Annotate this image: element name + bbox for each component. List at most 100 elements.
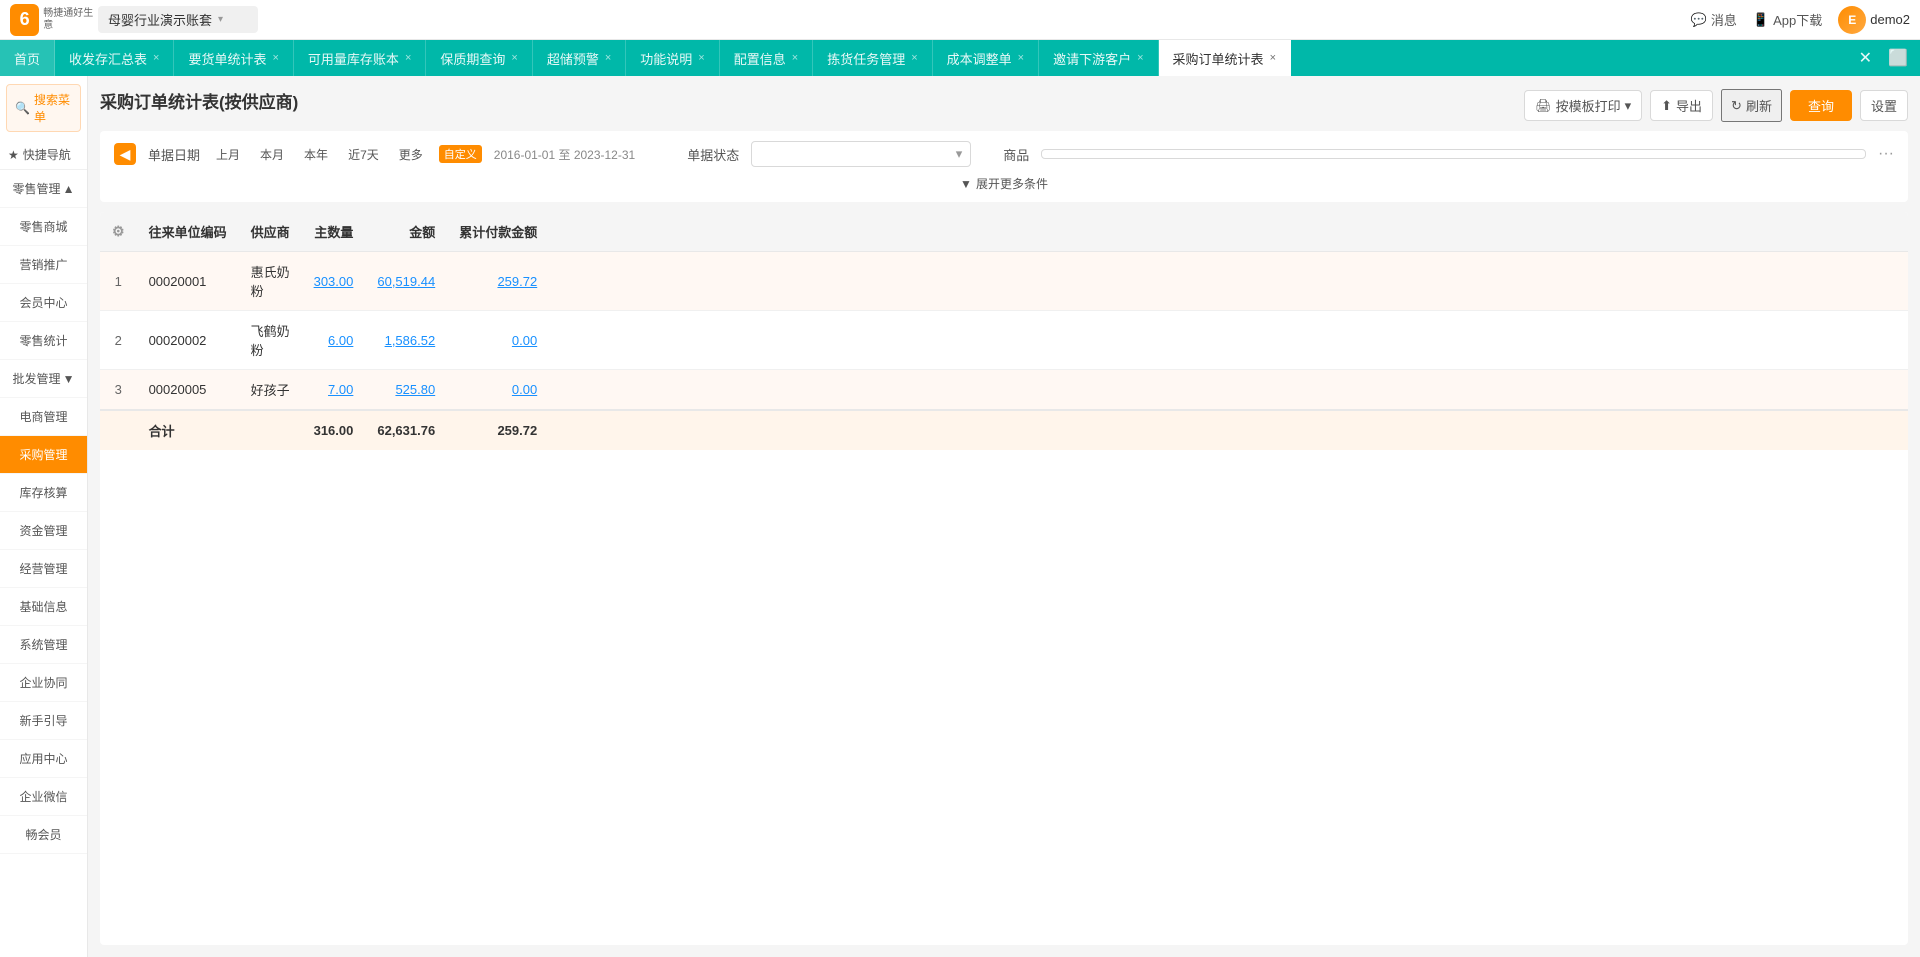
tab-home[interactable]: 首页 — [0, 40, 55, 76]
sidebar-item-guide[interactable]: 新手引导 — [0, 702, 87, 740]
tab-chaochu[interactable]: 超储预警 × — [533, 40, 626, 76]
sidebar-item-wholesale[interactable]: 批发管理 ▼ — [0, 360, 87, 398]
user-area[interactable]: E demo2 — [1838, 6, 1910, 34]
nav-tab-end: ✕ ⬜ — [1855, 44, 1920, 72]
tab-jianhuo[interactable]: 拣货任务管理 × — [813, 40, 932, 76]
date-shortcut-this-month[interactable]: 本月 — [256, 144, 288, 165]
sidebar-member2-label: 畅会员 — [25, 828, 61, 842]
date-shortcut-more[interactable]: 更多 — [395, 144, 427, 165]
col-extra — [549, 212, 1908, 252]
close-all-btn[interactable]: ✕ — [1855, 44, 1876, 72]
row-amount[interactable]: 525.80 — [365, 370, 447, 411]
download-icon: 📱 — [1753, 12, 1769, 28]
sidebar-item-retail-mall[interactable]: 零售商城 — [0, 208, 87, 246]
close-icon[interactable]: × — [698, 52, 704, 64]
chevron-down-icon: ▲ — [63, 182, 75, 196]
settings-btn[interactable]: 设置 — [1860, 90, 1908, 121]
expand-more-btn[interactable]: ▼ 展开更多条件 — [960, 175, 1048, 192]
date-shortcut-7days[interactable]: 近7天 — [344, 144, 383, 165]
export-btn[interactable]: ⬆ 导出 — [1650, 90, 1713, 121]
sidebar-item-inventory[interactable]: 库存核算 — [0, 474, 87, 512]
message-icon: 💬 — [1691, 12, 1707, 28]
filter-panel: ◀ 单据日期 上月 本月 本年 近7天 更多 自定义 2016-01-01 至 … — [100, 131, 1908, 202]
filter-dots[interactable]: ··· — [1878, 145, 1894, 163]
message-btn[interactable]: 💬 消息 — [1691, 10, 1737, 29]
close-icon[interactable]: × — [511, 52, 517, 64]
tab-chengben[interactable]: 成本调整单 × — [933, 40, 1039, 76]
col-quantity: 主数量 — [302, 212, 366, 252]
action-btns: 🖨 按模板打印 ▾ ⬆ 导出 ↻ 刷新 查询 设置 — [1524, 89, 1908, 122]
close-icon[interactable]: × — [605, 52, 611, 64]
col-code: 往来单位编码 — [137, 212, 239, 252]
query-btn[interactable]: 查询 — [1790, 90, 1852, 121]
sidebar-item-retail-stats[interactable]: 零售统计 — [0, 322, 87, 360]
tab-gongneng[interactable]: 功能说明 × — [626, 40, 719, 76]
avatar: E — [1838, 6, 1866, 34]
row-amount[interactable]: 60,519.44 — [365, 252, 447, 311]
row-paid[interactable]: 0.00 — [447, 311, 549, 370]
date-custom-badge[interactable]: 自定义 — [439, 145, 482, 163]
goods-filter-label: 商品 — [1003, 145, 1029, 164]
print-btn[interactable]: 🖨 按模板打印 ▾ — [1524, 90, 1642, 121]
sidebar-item-member[interactable]: 会员中心 — [0, 284, 87, 322]
query-label: 查询 — [1808, 99, 1834, 114]
sidebar-item-collab[interactable]: 企业协同 — [0, 664, 87, 702]
tab-baozhi[interactable]: 保质期查询 × — [426, 40, 532, 76]
row-quantity[interactable]: 6.00 — [302, 311, 366, 370]
close-icon[interactable]: × — [153, 52, 159, 64]
tab-yaoqing[interactable]: 邀请下游客户 × — [1039, 40, 1158, 76]
sidebar-item-operation[interactable]: 经营管理 — [0, 550, 87, 588]
goods-input[interactable] — [1041, 149, 1866, 159]
quick-nav-btn[interactable]: ★ 快捷导航 — [0, 140, 87, 170]
filter-toggle-btn[interactable]: ◀ — [114, 143, 136, 165]
close-icon[interactable]: × — [405, 52, 411, 64]
close-icon[interactable]: × — [272, 52, 278, 64]
row-amount[interactable]: 1,586.52 — [365, 311, 447, 370]
sidebar-item-wechat[interactable]: 企业微信 — [0, 778, 87, 816]
sidebar-system-label: 系统管理 — [19, 638, 67, 652]
close-icon[interactable]: × — [1018, 52, 1024, 64]
sidebar-item-purchase[interactable]: 采购管理 — [0, 436, 87, 474]
date-shortcut-this-year[interactable]: 本年 — [300, 144, 332, 165]
toggle-icon: ◀ — [120, 146, 131, 163]
sidebar-item-marketing[interactable]: 营销推广 — [0, 246, 87, 284]
tab-peizhi[interactable]: 配置信息 × — [720, 40, 813, 76]
tab-yaohuo[interactable]: 要货单统计表 × — [174, 40, 293, 76]
tab-keyongliang[interactable]: 可用量库存账本 × — [294, 40, 426, 76]
col-gear[interactable]: ⚙ — [100, 212, 137, 252]
table-row: 1 00020001 惠氏奶粉 303.00 60,519.44 259.72 — [100, 252, 1908, 311]
close-icon[interactable]: × — [911, 52, 917, 64]
refresh-btn[interactable]: ↻ 刷新 — [1721, 89, 1782, 122]
sidebar-wholesale-label: 批发管理 — [13, 370, 61, 387]
sidebar-item-basic[interactable]: 基础信息 — [0, 588, 87, 626]
sidebar-item-apps[interactable]: 应用中心 — [0, 740, 87, 778]
main-layout: 🔍 搜索菜单 ★ 快捷导航 零售管理 ▲ 零售商城 营销推广 会员中心 零售统计… — [0, 76, 1920, 957]
row-index: 1 — [100, 252, 137, 311]
search-icon: 🔍 — [15, 101, 30, 115]
row-quantity[interactable]: 303.00 — [302, 252, 366, 311]
sidebar-item-finance[interactable]: 资金管理 — [0, 512, 87, 550]
row-paid[interactable]: 259.72 — [447, 252, 549, 311]
sidebar-item-system[interactable]: 系统管理 — [0, 626, 87, 664]
status-select[interactable]: ▾ — [751, 141, 971, 167]
export-label: 导出 — [1676, 96, 1702, 115]
table-row: 3 00020005 好孩子 7.00 525.80 0.00 — [100, 370, 1908, 411]
table-row: 2 00020002 飞鹤奶粉 6.00 1,586.52 0.00 — [100, 311, 1908, 370]
maximize-btn[interactable]: ⬜ — [1884, 44, 1912, 72]
tab-shoufacun[interactable]: 收发存汇总表 × — [55, 40, 174, 76]
sidebar-item-member2[interactable]: 畅会员 — [0, 816, 87, 854]
close-icon[interactable]: × — [1270, 52, 1276, 64]
search-menu-btn[interactable]: 🔍 搜索菜单 — [6, 84, 81, 132]
row-quantity[interactable]: 7.00 — [302, 370, 366, 411]
close-icon[interactable]: × — [792, 52, 798, 64]
row-paid[interactable]: 0.00 — [447, 370, 549, 411]
close-icon[interactable]: × — [1137, 52, 1143, 64]
sidebar-item-ecommerce[interactable]: 电商管理 — [0, 398, 87, 436]
app-download-btn[interactable]: 📱 App下载 — [1753, 10, 1822, 29]
sidebar-item-retail[interactable]: 零售管理 ▲ — [0, 170, 87, 208]
date-shortcut-last-month[interactable]: 上月 — [212, 144, 244, 165]
workspace-selector[interactable]: 母婴行业演示账套 ▾ — [98, 6, 258, 33]
sidebar-search-area: 🔍 搜索菜单 — [0, 76, 87, 140]
star-icon: ★ — [8, 148, 19, 162]
tab-caigou-active[interactable]: 采购订单统计表 × — [1159, 40, 1291, 76]
